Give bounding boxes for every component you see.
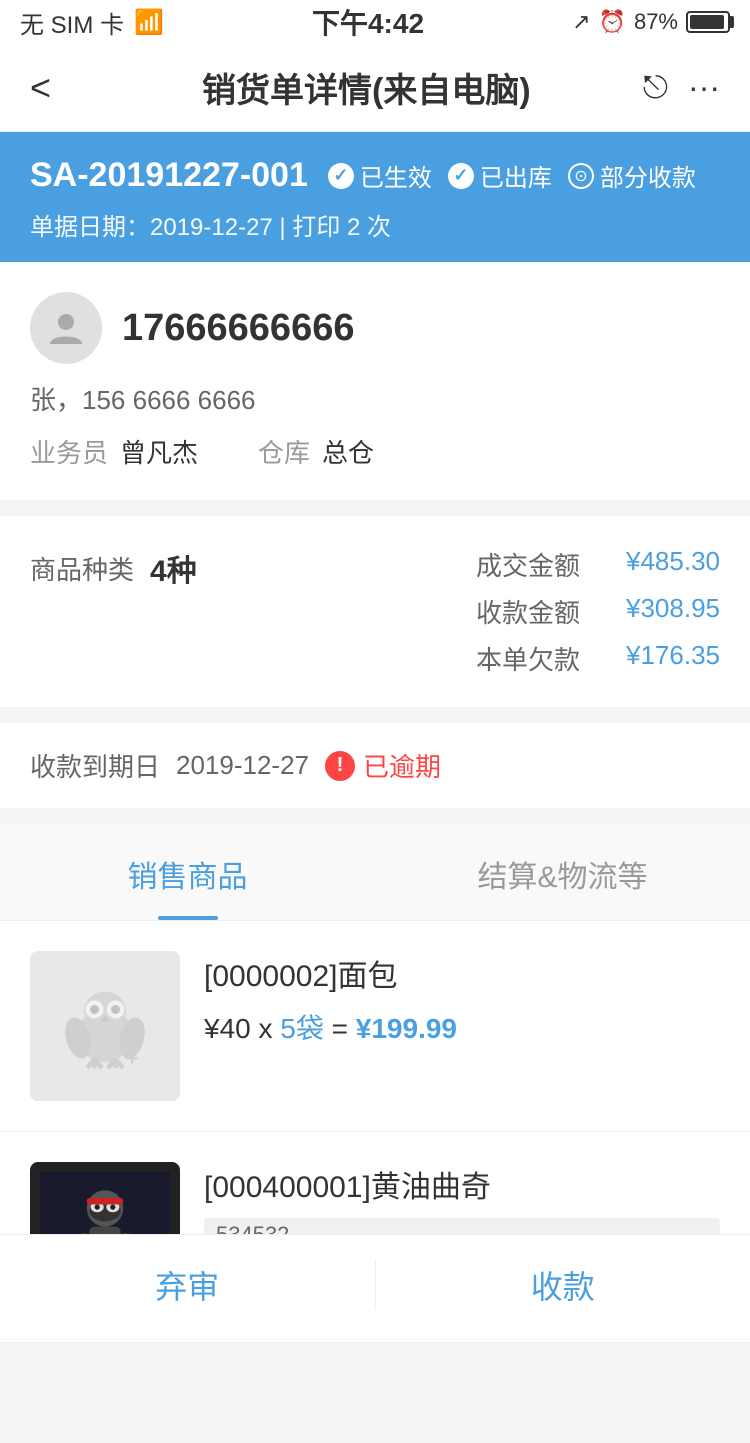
due-date-value: 2019-12-27 [176, 750, 309, 781]
amount-summary: 成交金额 ¥485.30 收款金额 ¥308.95 本单欠款 ¥176.35 [476, 546, 720, 677]
debt-row: 本单欠款 ¥176.35 [476, 640, 720, 677]
check-icon-2: ✓ [448, 163, 474, 189]
summary-section: 商品种类 4种 成交金额 ¥485.30 收款金额 ¥308.95 本单欠款 ¥… [0, 516, 750, 707]
product-unit-price-1: ¥40 [204, 1013, 251, 1044]
more-icon[interactable]: ··· [688, 69, 720, 106]
product-total-1: ¥199.99 [356, 1013, 457, 1044]
product-price-1: ¥40 x 5袋 = ¥199.99 [204, 1007, 720, 1047]
customer-section: 17666666666 张，156 6666 6666 业务员 曾凡杰 仓库 总… [0, 262, 750, 500]
status-left: 无 SIM 卡 📶 [20, 5, 164, 40]
battery-icon [686, 11, 730, 33]
category-count: 4种 [150, 546, 197, 590]
payment-due-section: 收款到期日 2019-12-27 ! 已逾期 [0, 723, 750, 808]
status-bar: 无 SIM 卡 📶 下午4:42 ↗ ⏰ 87% [0, 0, 750, 44]
bottom-bar: 弃审 收款 [0, 1234, 750, 1334]
salesperson-label: 业务员 [30, 433, 108, 470]
time-label: 下午4:42 [312, 2, 424, 42]
warehouse-label: 仓库 [258, 433, 310, 470]
salesperson-meta: 业务员 曾凡杰 [30, 433, 198, 470]
order-date: 单据日期：2019-12-27 | 打印 2 次 [30, 207, 720, 242]
tab-settlement[interactable]: 结算&物流等 [375, 824, 750, 920]
order-status-tags: ✓ 已生效 ✓ 已出库 ⊙ 部分收款 [328, 158, 696, 193]
status-tag-partial: ⊙ 部分收款 [568, 158, 696, 193]
wifi-icon: 📶 [134, 8, 164, 37]
transaction-row: 成交金额 ¥485.30 [476, 546, 720, 583]
share-icon[interactable]: ⎋ [643, 69, 668, 107]
transaction-value: ¥485.30 [600, 546, 720, 583]
cancel-review-button[interactable]: 弃审 [0, 1242, 375, 1328]
customer-meta: 业务员 曾凡杰 仓库 总仓 [30, 433, 720, 470]
tab-sales-label: 销售商品 [128, 861, 248, 894]
nav-right-actions: ⎋ ··· [643, 69, 720, 107]
debt-value: ¥176.35 [600, 640, 720, 677]
tabs-row: 销售商品 结算&物流等 [0, 824, 750, 921]
nav-bar: < 销货单详情(来自电脑) ⎋ ··· [0, 44, 750, 132]
back-button[interactable]: < [30, 67, 90, 109]
overdue-label: 已逾期 [363, 747, 441, 784]
tab-settlement-label: 结算&物流等 [477, 861, 647, 894]
due-date-label: 收款到期日 [30, 747, 160, 784]
warehouse-meta: 仓库 总仓 [258, 433, 374, 470]
customer-avatar [30, 292, 102, 364]
category-summary: 商品种类 4种 [30, 546, 197, 590]
page-title: 销货单详情(来自电脑) [90, 63, 643, 112]
received-row: 收款金额 ¥308.95 [476, 593, 720, 630]
product-info-1: [0000002]面包 ¥40 x 5袋 = ¥199.99 [204, 951, 720, 1047]
overdue-badge: ! 已逾期 [325, 747, 441, 784]
salesperson-value: 曾凡杰 [120, 433, 198, 470]
received-value: ¥308.95 [600, 593, 720, 630]
transaction-label: 成交金额 [476, 546, 580, 583]
battery-percent: 87% [634, 9, 678, 35]
product-qty-1: 5袋 [280, 1013, 324, 1044]
svg-text:+: + [126, 1047, 138, 1070]
customer-id: 17666666666 [122, 307, 354, 350]
status-tag-effective: ✓ 已生效 [328, 158, 432, 193]
product-image-1: + [30, 951, 180, 1101]
category-label: 商品种类 [30, 550, 134, 587]
product-item-1: + [0000002]面包 ¥40 x 5袋 = ¥199.99 [0, 921, 750, 1132]
status-shipped-label: 已出库 [480, 158, 552, 193]
check-icon-1: ✓ [328, 163, 354, 189]
order-header-banner: SA-20191227-001 ✓ 已生效 ✓ 已出库 ⊙ 部分收款 单据日期：… [0, 132, 750, 262]
tab-sales-products[interactable]: 销售商品 [0, 824, 375, 920]
customer-name-phone: 张，156 6666 6666 [30, 380, 720, 417]
debt-label: 本单欠款 [476, 640, 580, 677]
received-label: 收款金额 [476, 593, 580, 630]
overdue-icon: ! [325, 751, 355, 781]
status-tag-shipped: ✓ 已出库 [448, 158, 552, 193]
product-name-1: [0000002]面包 [204, 951, 720, 995]
location-icon: ↗ [572, 9, 590, 35]
product-name-2: [000400001]黄油曲奇 [204, 1162, 720, 1206]
carrier-label: 无 SIM 卡 [20, 5, 124, 40]
status-partial-label: 部分收款 [600, 158, 696, 193]
clock-icon: ⊙ [568, 163, 594, 189]
tabs-section: 销售商品 结算&物流等 [0, 824, 750, 921]
order-id: SA-20191227-001 [30, 156, 308, 195]
collect-payment-button[interactable]: 收款 [376, 1242, 750, 1328]
status-effective-label: 已生效 [360, 158, 432, 193]
alarm-icon: ⏰ [599, 9, 626, 35]
warehouse-value: 总仓 [322, 433, 374, 470]
status-right: ↗ ⏰ 87% [572, 9, 730, 35]
